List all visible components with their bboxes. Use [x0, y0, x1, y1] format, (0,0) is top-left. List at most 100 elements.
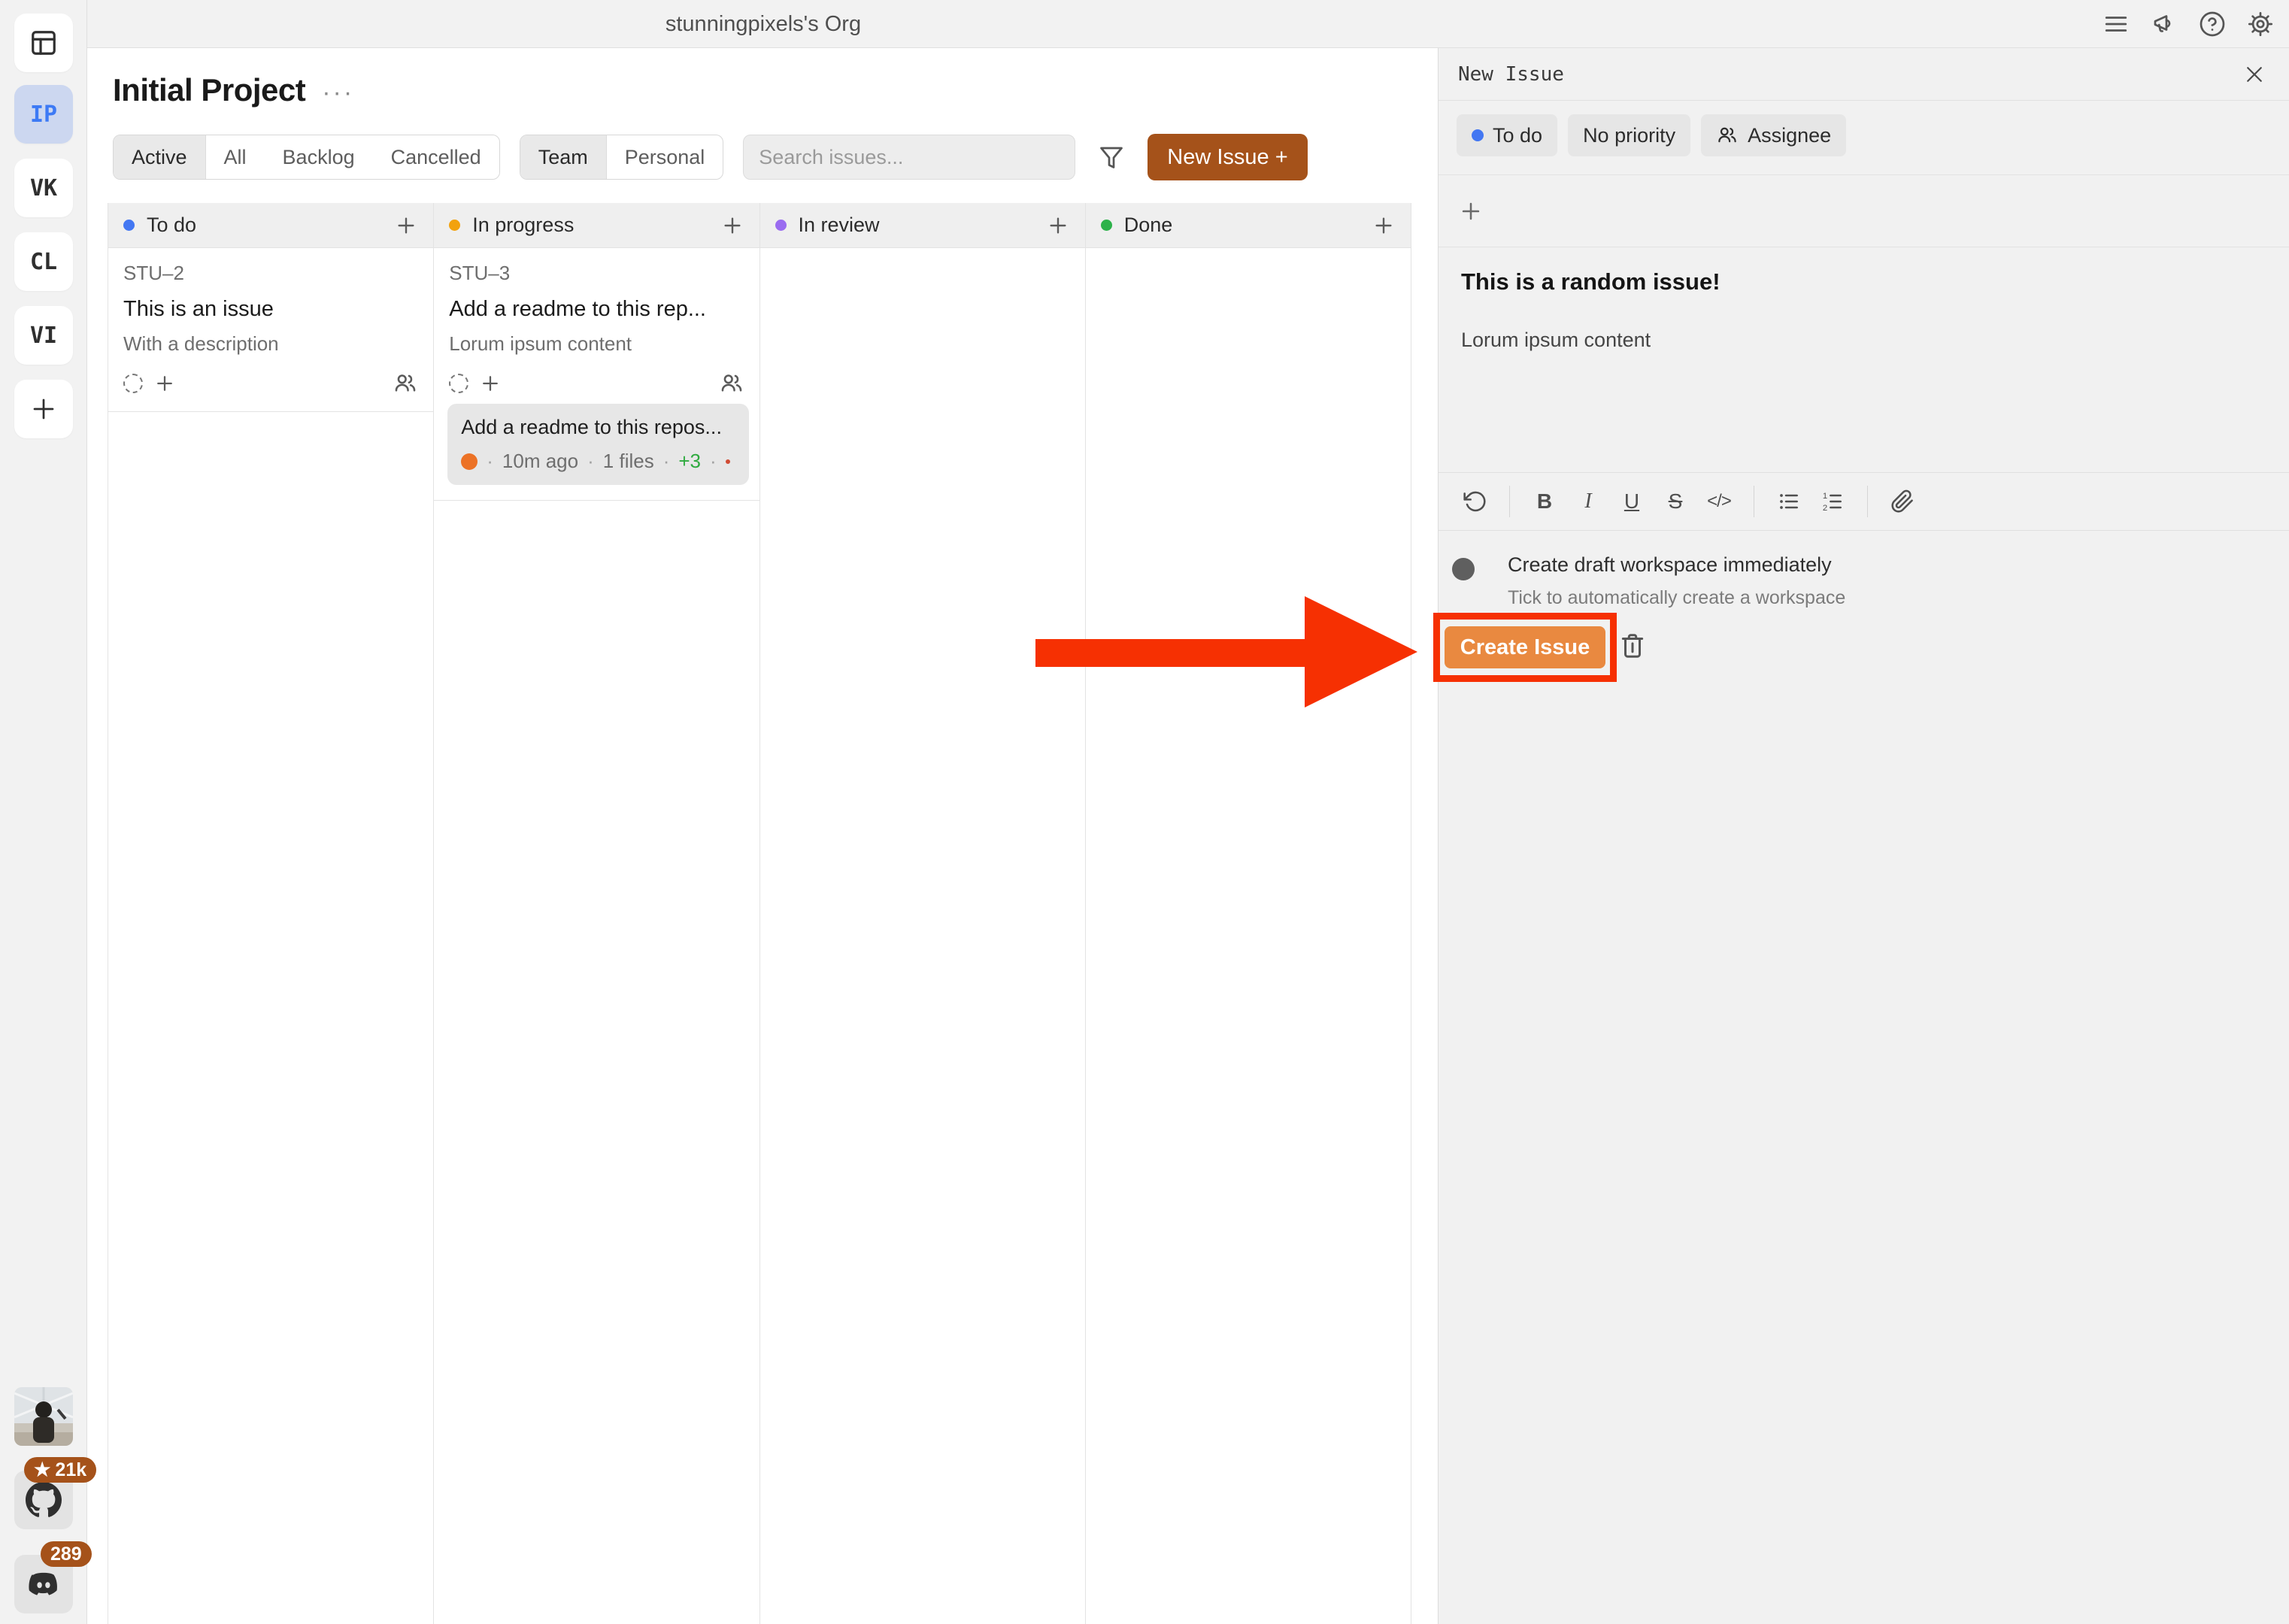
in-progress-status-dot — [449, 220, 460, 231]
panel-title: New Issue — [1458, 63, 2239, 86]
issue-id: STU–3 — [449, 262, 744, 285]
tab-personal[interactable]: Personal — [607, 135, 723, 179]
add-card-button[interactable] — [394, 214, 418, 238]
megaphone-icon — [2151, 11, 2178, 38]
star-icon: ★ — [34, 1459, 50, 1481]
svg-text:2: 2 — [1823, 504, 1827, 513]
issue-card-stu2[interactable]: STU–2 This is an issue With a descriptio… — [108, 248, 433, 412]
column-in-review: In review — [760, 203, 1086, 1624]
column-title: In review — [799, 214, 1034, 237]
ordered-list-button[interactable]: 12 — [1815, 483, 1851, 520]
gear-icon — [2247, 11, 2274, 38]
undo-button[interactable] — [1457, 483, 1493, 520]
github-stars-badge: ★ 21k — [24, 1457, 96, 1483]
strikethrough-button[interactable]: S — [1657, 483, 1693, 520]
trash-icon — [1618, 632, 1647, 660]
draft-workspace-toggle[interactable] — [1452, 558, 1475, 580]
add-attribute-button[interactable] — [1458, 198, 1484, 224]
add-label-button[interactable] — [479, 372, 502, 395]
issue-title-input[interactable]: This is a random issue! — [1461, 268, 2266, 295]
paperclip-icon — [1890, 489, 1915, 514]
add-workspace-button[interactable] — [14, 380, 73, 438]
notification-dot — [726, 459, 730, 464]
annotation-arrow-head — [1305, 596, 1417, 707]
filter-button[interactable] — [1095, 141, 1128, 174]
linked-item-status-dot — [461, 453, 478, 470]
members-icon[interactable] — [393, 371, 418, 396]
tab-all[interactable]: All — [206, 135, 265, 179]
code-button[interactable]: </> — [1701, 483, 1737, 520]
issue-description: With a description — [123, 332, 418, 356]
tab-active[interactable]: Active — [114, 135, 206, 179]
tab-backlog[interactable]: Backlog — [265, 135, 373, 179]
org-title: stunningpixels's Org — [87, 0, 1439, 48]
sidebar-workspace-vi[interactable]: VI — [14, 306, 73, 365]
ordered-list-icon: 12 — [1821, 489, 1845, 514]
column-in-progress: In progress STU–3 Add a readme to this r… — [434, 203, 759, 1624]
in-review-status-dot — [775, 220, 787, 231]
svg-text:1: 1 — [1823, 492, 1827, 501]
issue-description: Lorum ipsum content — [449, 332, 744, 356]
hamburger-icon — [2103, 11, 2129, 37]
annotation-arrow-shaft — [1035, 639, 1315, 667]
priority-chip[interactable]: No priority — [1568, 114, 1690, 156]
status-chip-label: To do — [1493, 124, 1542, 147]
tab-cancelled[interactable]: Cancelled — [373, 135, 499, 179]
linked-item-extra-count: +3 — [678, 450, 701, 473]
column-title: Done — [1124, 214, 1360, 237]
todo-status-dot — [123, 220, 135, 231]
status-chip[interactable]: To do — [1457, 114, 1557, 156]
column-title: In progress — [472, 214, 708, 237]
linked-item-card[interactable]: Add a readme to this repos... · 10m ago … — [447, 404, 748, 485]
tab-team[interactable]: Team — [520, 135, 607, 179]
members-icon[interactable] — [719, 371, 744, 396]
help-button[interactable] — [2197, 9, 2227, 39]
issue-id: STU–2 — [123, 262, 418, 285]
delete-draft-button[interactable] — [1618, 632, 1647, 660]
column-todo: To do STU–2 This is an issue With a desc… — [108, 203, 434, 1624]
project-menu-button[interactable]: ··· — [322, 78, 354, 108]
todo-status-dot — [1472, 129, 1484, 141]
plus-icon — [30, 395, 57, 423]
bullet-list-button[interactable] — [1771, 483, 1807, 520]
column-title: To do — [147, 214, 382, 237]
editor-toolbar: B I U S </> 12 — [1439, 472, 2289, 531]
underline-button[interactable]: U — [1614, 483, 1650, 520]
search-input[interactable] — [743, 135, 1075, 180]
column-done: Done — [1086, 203, 1411, 1624]
board-view: Initial Project ··· Active All Backlog C… — [87, 48, 1438, 1624]
issue-description-input[interactable]: Lorum ipsum content — [1461, 329, 2266, 352]
page-title: Initial Project — [113, 72, 305, 108]
estimation-icon[interactable] — [123, 374, 143, 393]
scope-filter-tabs: Team Personal — [520, 135, 724, 180]
estimation-icon[interactable] — [449, 374, 468, 393]
github-icon — [26, 1482, 62, 1518]
user-avatar[interactable] — [14, 1387, 73, 1446]
discord-count-badge: 289 — [41, 1541, 92, 1567]
annotation-highlight-box: Create Issue — [1433, 613, 1617, 682]
close-panel-button[interactable] — [2239, 59, 2269, 89]
workspace-switcher-button[interactable] — [14, 14, 73, 72]
assignee-chip-label: Assignee — [1748, 124, 1831, 147]
assignee-chip[interactable]: Assignee — [1701, 114, 1846, 156]
issue-title: Add a readme to this rep... — [449, 297, 744, 322]
linked-item-files: 1 files — [603, 450, 654, 473]
add-card-button[interactable] — [1372, 214, 1396, 238]
menu-button[interactable] — [2101, 9, 2131, 39]
issue-card-stu3[interactable]: STU–3 Add a readme to this rep... Lorum … — [434, 248, 759, 402]
italic-button[interactable]: I — [1570, 483, 1606, 520]
attachment-button[interactable] — [1884, 483, 1921, 520]
announcements-button[interactable] — [2149, 9, 2179, 39]
create-issue-button[interactable]: Create Issue — [1445, 626, 1605, 668]
sidebar-workspace-ip[interactable]: IP — [14, 85, 73, 144]
sidebar-workspace-vk[interactable]: VK — [14, 159, 73, 217]
top-header: stunningpixels's Org — [87, 0, 2289, 48]
new-issue-button[interactable]: New Issue + — [1148, 134, 1307, 180]
add-card-button[interactable] — [720, 214, 744, 238]
bold-button[interactable]: B — [1527, 483, 1563, 520]
sidebar-workspace-cl[interactable]: CL — [14, 232, 73, 291]
add-label-button[interactable] — [153, 372, 176, 395]
close-icon — [2243, 63, 2266, 86]
add-card-button[interactable] — [1046, 214, 1070, 238]
settings-button[interactable] — [2245, 9, 2275, 39]
